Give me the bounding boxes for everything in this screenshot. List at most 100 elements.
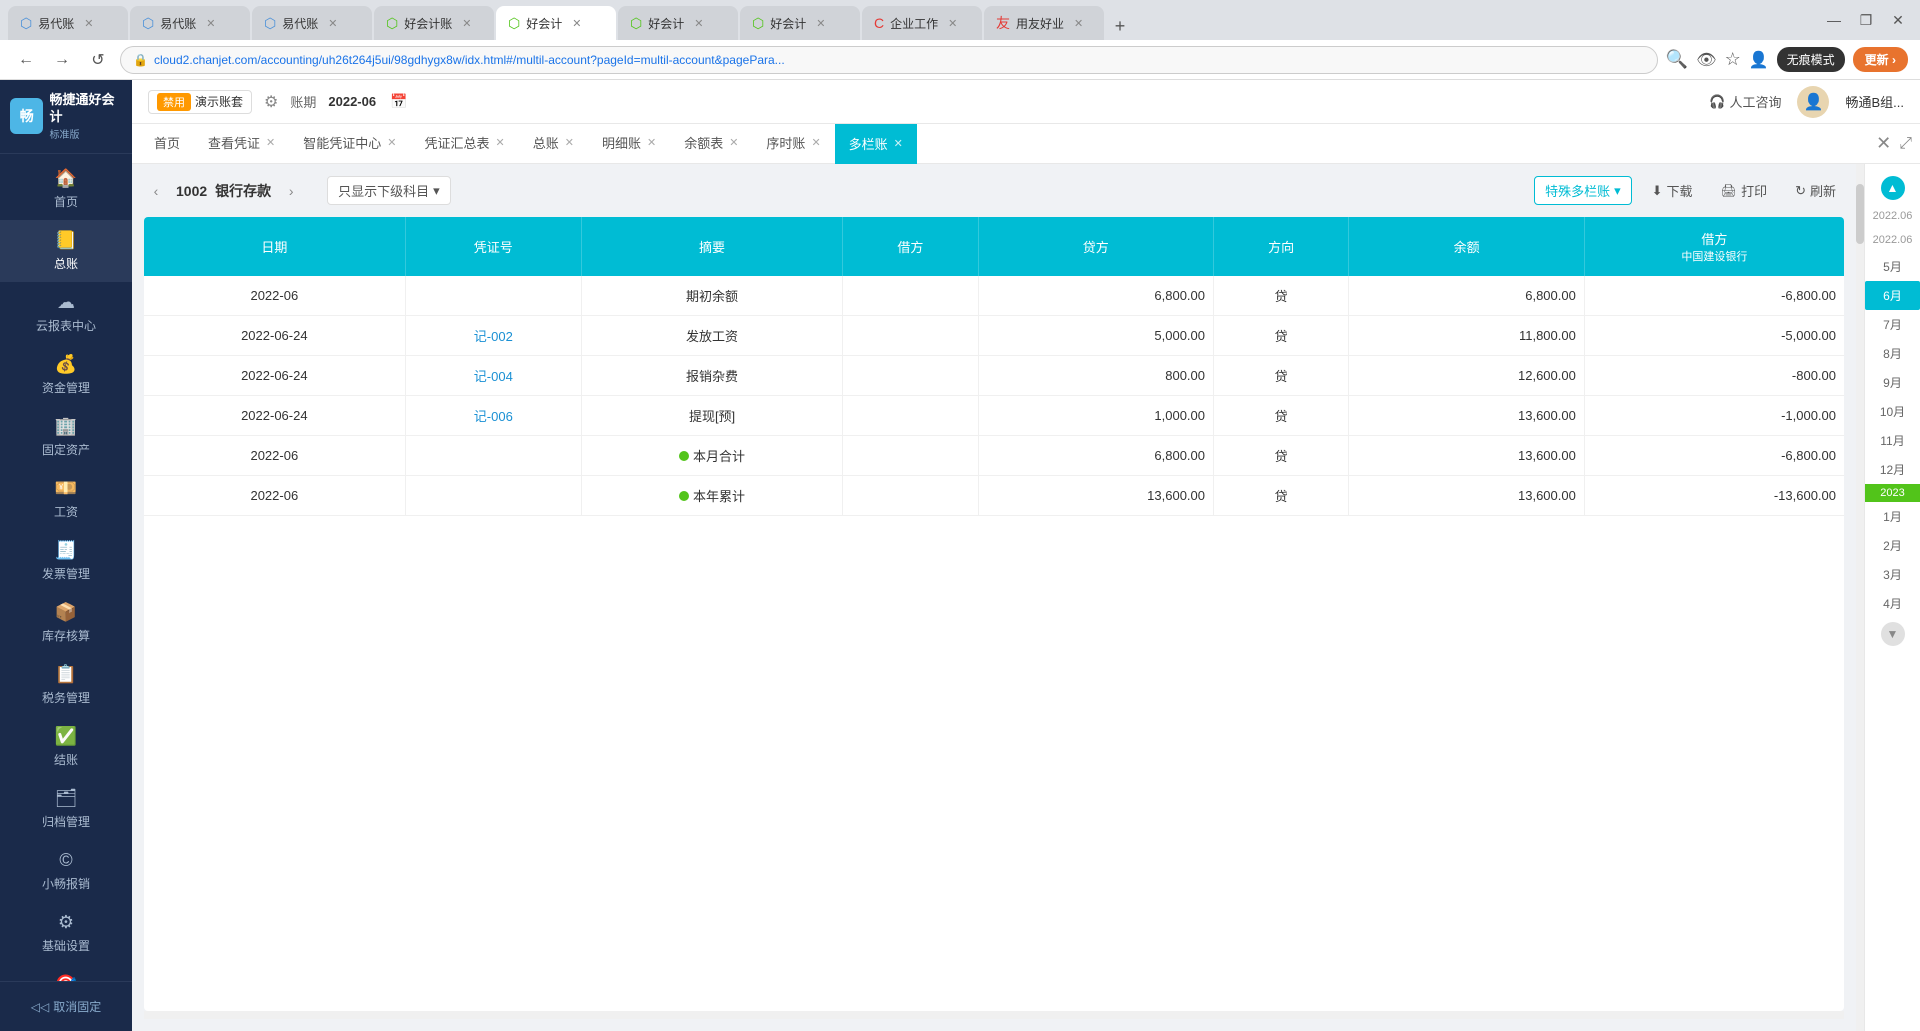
tab-voucher-summary[interactable]: 凭证汇总表 ✕ [410, 124, 518, 164]
month-1[interactable]: 1月 [1865, 502, 1920, 531]
browser-tab-5[interactable]: ⬡ 好会计 ✕ [496, 6, 616, 40]
sidebar-item-expense[interactable]: © 小畅报销 [0, 840, 132, 902]
browser-tab-2[interactable]: ⬡ 易代账 ✕ [130, 6, 250, 40]
tab-close-1[interactable]: ✕ [84, 17, 93, 30]
th-date: 日期 [144, 217, 405, 276]
print-button[interactable]: 🖨 打印 [1713, 177, 1776, 204]
tab-favicon-6: ⬡ [630, 15, 642, 32]
topbar-settings-icon[interactable]: ⚙ [264, 92, 278, 112]
tab-close-7[interactable]: ✕ [816, 17, 825, 30]
incognito-button[interactable]: 无痕模式 [1777, 47, 1845, 72]
tab-journal[interactable]: 序时账 ✕ [752, 124, 834, 164]
maximize-button[interactable]: ❐ [1852, 6, 1880, 34]
minimize-button[interactable]: — [1820, 6, 1848, 34]
calendar-icon[interactable]: 📅 [390, 93, 407, 110]
forward-button[interactable]: → [48, 46, 76, 74]
back-button[interactable]: ← [12, 46, 40, 74]
tab-close-2[interactable]: ✕ [206, 17, 215, 30]
sidebar-item-guide[interactable]: 🎯 新手引导 [0, 964, 132, 981]
tab-balance[interactable]: 余额表 ✕ [670, 124, 752, 164]
tab-close-3[interactable]: ✕ [328, 17, 337, 30]
month-12[interactable]: 12月 [1865, 455, 1920, 484]
tab-multi-col[interactable]: 多栏账 ✕ [835, 124, 917, 164]
close-button[interactable]: ✕ [1884, 6, 1912, 34]
tab-close-8[interactable]: ✕ [948, 17, 957, 30]
month-2[interactable]: 2月 [1865, 531, 1920, 560]
tab-close-4[interactable]: ✕ [462, 17, 471, 30]
tab-general-ledger[interactable]: 总账 ✕ [519, 124, 588, 164]
tab-smart-voucher[interactable]: 智能凭证中心 ✕ [289, 124, 410, 164]
sidebar-item-salary[interactable]: 💴 工资 [0, 468, 132, 530]
cell-voucher-link[interactable]: 记-006 [405, 396, 581, 436]
multi-col-button[interactable]: 特殊多栏账 ▾ [1534, 176, 1632, 205]
tab-close-9[interactable]: ✕ [1074, 17, 1083, 30]
month-3[interactable]: 3月 [1865, 560, 1920, 589]
tab-home[interactable]: 首页 [140, 124, 194, 164]
tab-close-multi-col[interactable]: ✕ [894, 137, 903, 150]
sidebar-label-archive: 归档管理 [42, 813, 90, 830]
month-11[interactable]: 11月 [1865, 426, 1920, 455]
privacy-icon[interactable]: 👁 [1696, 50, 1716, 70]
month-10[interactable]: 10月 [1865, 397, 1920, 426]
tab-detail-ledger[interactable]: 明细账 ✕ [588, 124, 670, 164]
ledger-prev-button[interactable]: ‹ [144, 179, 168, 203]
scroll-down-button[interactable]: ▼ [1881, 622, 1905, 646]
bookmark-icon[interactable]: ☆ [1725, 49, 1741, 70]
tab-close-smart[interactable]: ✕ [387, 136, 396, 149]
tab-close-summary[interactable]: ✕ [496, 136, 505, 149]
cell-voucher-link[interactable]: 记-002 [405, 316, 581, 356]
browser-tab-3[interactable]: ⬡ 易代账 ✕ [252, 6, 372, 40]
sidebar-item-ledger[interactable]: 📒 总账 [0, 220, 132, 282]
tab-close-detail[interactable]: ✕ [647, 136, 656, 149]
vertical-scrollbar[interactable] [1856, 164, 1864, 1031]
sidebar-item-cloud-report[interactable]: ☁ 云报表中心 [0, 282, 132, 344]
tab-close-journal[interactable]: ✕ [811, 136, 820, 149]
profile-icon[interactable]: 👤 [1749, 50, 1769, 70]
tab-close-view-voucher[interactable]: ✕ [266, 136, 275, 149]
refresh-nav-button[interactable]: ↺ [84, 46, 112, 74]
month-5[interactable]: 5月 [1865, 252, 1920, 281]
sidebar-item-fund[interactable]: 💰 资金管理 [0, 344, 132, 406]
browser-tab-6[interactable]: ⬡ 好会计 ✕ [618, 6, 738, 40]
sidebar-item-invoice[interactable]: 🧾 发票管理 [0, 530, 132, 592]
download-button[interactable]: ⬇ 下载 [1644, 177, 1701, 204]
cell-voucher-link[interactable]: 记-004 [405, 356, 581, 396]
browser-tab-1[interactable]: ⬡ 易代账 ✕ [8, 6, 128, 40]
horizontal-scrollbar[interactable] [144, 1011, 1844, 1019]
address-bar[interactable]: 🔒 cloud2.chanjet.com/accounting/uh26t264… [120, 46, 1658, 74]
browser-tab-8[interactable]: C 企业工作 ✕ [862, 6, 982, 40]
refresh-button[interactable]: ↻ 刷新 [1787, 177, 1844, 204]
tab-close-5[interactable]: ✕ [572, 17, 581, 30]
sidebar-item-tax[interactable]: 📋 税务管理 [0, 654, 132, 716]
browser-tab-7[interactable]: ⬡ 好会计 ✕ [740, 6, 860, 40]
unpin-button[interactable]: ◁◁ 取消固定 [4, 990, 128, 1023]
panel-close-icon[interactable]: ✕ [1876, 133, 1891, 154]
sidebar-item-assets[interactable]: 🏢 固定资产 [0, 406, 132, 468]
ledger-next-button[interactable]: › [279, 179, 303, 203]
sidebar-item-settings[interactable]: ⚙ 基础设置 [0, 902, 132, 964]
sidebar-item-archive[interactable]: 🗂 归档管理 [0, 778, 132, 840]
month-6[interactable]: 6月 [1865, 281, 1920, 310]
tab-close-general[interactable]: ✕ [565, 136, 574, 149]
panel-expand-icon[interactable]: ⤢ [1899, 135, 1912, 153]
browser-tab-4[interactable]: ⬡ 好会计账 ✕ [374, 6, 494, 40]
update-button[interactable]: 更新 › [1853, 47, 1908, 72]
search-icon[interactable]: 🔍 [1666, 49, 1688, 70]
sidebar-label-salary: 工资 [54, 503, 78, 520]
month-4[interactable]: 4月 [1865, 589, 1920, 618]
tab-add-button[interactable]: + [1106, 12, 1134, 40]
tab-view-voucher[interactable]: 查看凭证 ✕ [194, 124, 289, 164]
consult-button[interactable]: 🎧 人工咨询 [1709, 92, 1781, 111]
sidebar-item-inventory[interactable]: 📦 库存核算 [0, 592, 132, 654]
month-7[interactable]: 7月 [1865, 310, 1920, 339]
tab-label-3: 易代账 [282, 15, 318, 32]
month-9[interactable]: 9月 [1865, 368, 1920, 397]
browser-tab-9[interactable]: 友 用友好业 ✕ [984, 6, 1104, 40]
sidebar-item-close[interactable]: ✅ 结账 [0, 716, 132, 778]
ledger-filter-dropdown[interactable]: 只显示下级科目 ▾ [327, 176, 451, 205]
sidebar-item-home[interactable]: 🏠 首页 [0, 158, 132, 220]
tab-close-balance[interactable]: ✕ [729, 136, 738, 149]
month-8[interactable]: 8月 [1865, 339, 1920, 368]
scroll-up-button[interactable]: ▲ [1881, 176, 1905, 200]
tab-close-6[interactable]: ✕ [694, 17, 703, 30]
